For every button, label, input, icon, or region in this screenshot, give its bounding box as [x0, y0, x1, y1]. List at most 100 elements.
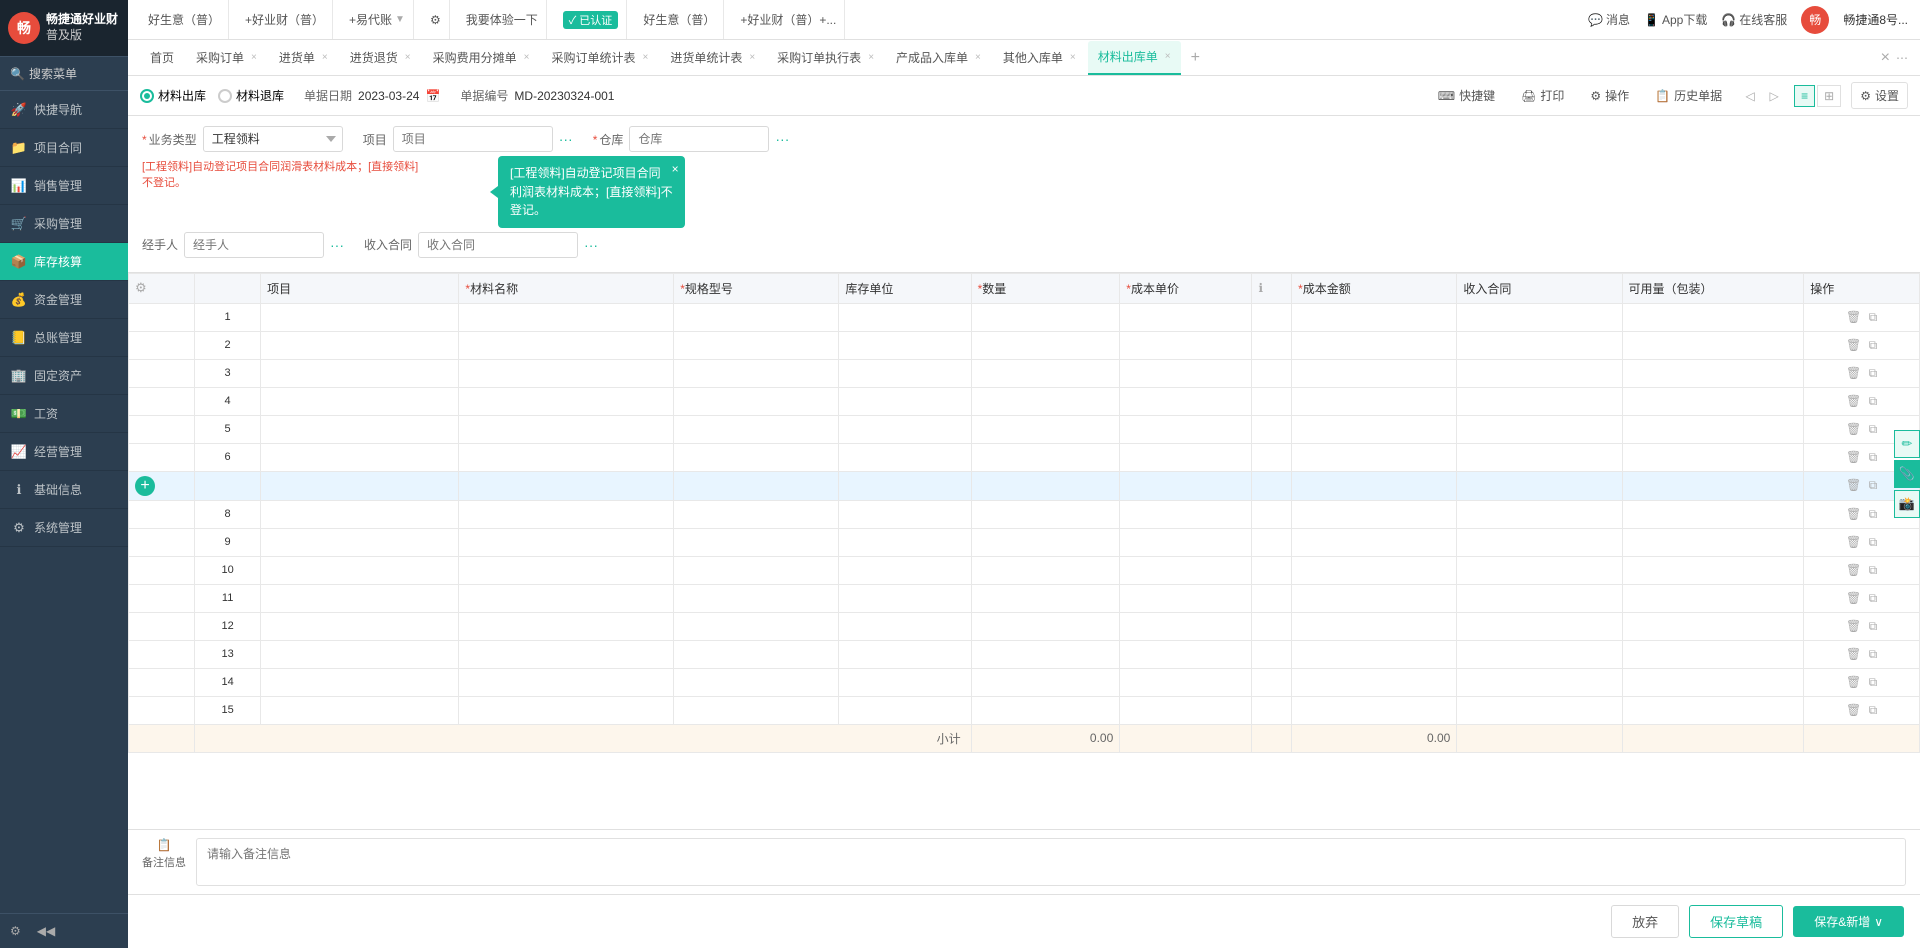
- sidebar-item-basic[interactable]: ℹ 基础信息: [0, 471, 128, 509]
- save-draft-button[interactable]: 保存草稿: [1689, 905, 1783, 938]
- search-menu[interactable]: 🔍 搜索菜单: [0, 57, 128, 91]
- add-row-btn[interactable]: +: [135, 476, 155, 496]
- delete-icon-5[interactable]: 🗑: [1846, 422, 1861, 436]
- sidebar-item-ledger[interactable]: 📒 总账管理: [0, 319, 128, 357]
- tooltip-close-btn[interactable]: ×: [672, 160, 679, 178]
- discard-button[interactable]: 放弃: [1611, 905, 1679, 938]
- copy-icon-8[interactable]: ⧉: [1869, 507, 1878, 521]
- sidebar-item-system[interactable]: ⚙ 系统管理: [0, 509, 128, 547]
- income-contract-dots[interactable]: ···: [584, 237, 598, 253]
- grid-view-btn[interactable]: ⊞: [1817, 85, 1841, 107]
- delete-icon-4[interactable]: 🗑: [1846, 394, 1861, 408]
- right-tool-screen[interactable]: 📸: [1894, 490, 1920, 518]
- tab-goods-receipt-close[interactable]: ×: [322, 52, 328, 63]
- tab-purchase-order[interactable]: 采购订单 ×: [186, 41, 267, 75]
- tab-purchase-stat[interactable]: 采购订单统计表 ×: [541, 41, 658, 75]
- delete-icon-1[interactable]: 🗑: [1846, 310, 1861, 324]
- copy-icon-13[interactable]: ⧉: [1869, 647, 1878, 661]
- tab-expense-alloc[interactable]: 采购费用分摊单 ×: [423, 41, 540, 75]
- tab-other-inbound-close[interactable]: ×: [1070, 52, 1076, 63]
- biz-type-select[interactable]: 工程领料 直接领料: [203, 126, 343, 152]
- message-btn[interactable]: 💬 消息: [1588, 11, 1630, 28]
- warehouse-input[interactable]: [629, 126, 769, 152]
- copy-icon-5[interactable]: ⧉: [1869, 422, 1878, 436]
- delete-icon-8[interactable]: 🗑: [1846, 507, 1861, 521]
- col-settings-icon[interactable]: ⚙: [135, 280, 147, 295]
- delete-icon-15[interactable]: 🗑: [1846, 703, 1861, 717]
- project-input[interactable]: [393, 126, 553, 152]
- delete-icon-12[interactable]: 🗑: [1846, 619, 1861, 633]
- copy-icon-11[interactable]: ⧉: [1869, 591, 1878, 605]
- cell-income-1[interactable]: [1457, 303, 1622, 331]
- tab-finished-goods[interactable]: 产成品入库单 ×: [886, 41, 991, 75]
- avatar[interactable]: 畅: [1801, 6, 1829, 34]
- cell-project-1[interactable]: [261, 303, 459, 331]
- radio-material-out[interactable]: 材料出库: [140, 87, 206, 104]
- tab-home[interactable]: 首页: [140, 41, 184, 75]
- tab-material-outbound-close[interactable]: ×: [1165, 51, 1171, 62]
- cell-spec-1[interactable]: [674, 303, 839, 331]
- sidebar-item-purchase[interactable]: 🛒 采购管理: [0, 205, 128, 243]
- tab-goods-return-close[interactable]: ×: [405, 52, 411, 63]
- tab-purchase-stat-close[interactable]: ×: [642, 52, 648, 63]
- copy-icon-1[interactable]: ⧉: [1869, 310, 1878, 324]
- handler-input[interactable]: [184, 232, 324, 258]
- shortcut-btn[interactable]: ⌨ 快捷键: [1430, 83, 1503, 108]
- sidebar-item-finance[interactable]: 💰 资金管理: [0, 281, 128, 319]
- tab-finished-goods-close[interactable]: ×: [975, 52, 981, 63]
- remark-input[interactable]: [196, 838, 1906, 886]
- delete-icon-6[interactable]: 🗑: [1846, 450, 1861, 464]
- topbar-nav-haoshengyi2[interactable]: 好生意（普）: [635, 0, 724, 39]
- delete-icon-13[interactable]: 🗑: [1846, 647, 1861, 661]
- online-support-btn[interactable]: 🎧 在线客服: [1721, 11, 1787, 28]
- sidebar-item-project[interactable]: 📁 项目合同: [0, 129, 128, 167]
- copy-icon-10[interactable]: ⧉: [1869, 563, 1878, 577]
- collapse-icon[interactable]: ◀◀: [37, 924, 55, 938]
- copy-icon-14[interactable]: ⧉: [1869, 675, 1878, 689]
- right-tool-attach[interactable]: 📎: [1894, 460, 1920, 488]
- topbar-nav-settings[interactable]: ⚙: [422, 0, 450, 39]
- tab-material-outbound[interactable]: 材料出库单 ×: [1088, 41, 1181, 75]
- income-contract-input[interactable]: [418, 232, 578, 258]
- topbar-certified-badge[interactable]: ✓ 已认证: [555, 0, 628, 39]
- tab-purchase-order-close[interactable]: ×: [251, 52, 257, 63]
- next-page-btn[interactable]: ▷: [1764, 86, 1784, 106]
- tab-add-btn[interactable]: +: [1183, 49, 1208, 67]
- tab-goods-receipt[interactable]: 进货单 ×: [269, 41, 338, 75]
- topbar-nav-yidaizhang[interactable]: +易代账 ▼: [341, 0, 414, 39]
- radio-material-return[interactable]: 材料退库: [218, 87, 284, 104]
- project-dots[interactable]: ···: [559, 131, 573, 147]
- delete-icon-11[interactable]: 🗑: [1846, 591, 1861, 605]
- tab-expense-alloc-close[interactable]: ×: [524, 52, 530, 63]
- delete-icon-7[interactable]: 🗑: [1846, 478, 1861, 492]
- copy-icon-9[interactable]: ⧉: [1869, 535, 1878, 549]
- print-btn[interactable]: 🖨 打印: [1513, 83, 1572, 108]
- tab-goods-return[interactable]: 进货退货 ×: [340, 41, 421, 75]
- cell-cost-amt-1[interactable]: [1292, 303, 1457, 331]
- close-tab-icon[interactable]: ×: [1881, 49, 1890, 67]
- sidebar-item-shortcut[interactable]: 🚀 快捷导航: [0, 91, 128, 129]
- copy-icon-15[interactable]: ⧉: [1869, 703, 1878, 717]
- tab-purchase-exec-close[interactable]: ×: [868, 52, 874, 63]
- settings-icon[interactable]: ⚙: [10, 924, 21, 938]
- cell-cost-1[interactable]: [1120, 303, 1252, 331]
- tab-goods-stat-close[interactable]: ×: [749, 52, 755, 63]
- copy-icon-12[interactable]: ⧉: [1869, 619, 1878, 633]
- sidebar-item-assets[interactable]: 🏢 固定资产: [0, 357, 128, 395]
- topbar-nav-more[interactable]: +好业财（普）+...: [732, 0, 845, 39]
- copy-icon-2[interactable]: ⧉: [1869, 338, 1878, 352]
- copy-icon-3[interactable]: ⧉: [1869, 366, 1878, 380]
- copy-icon-6[interactable]: ⧉: [1869, 450, 1878, 464]
- tab-other-inbound[interactable]: 其他入库单 ×: [993, 41, 1086, 75]
- delete-icon-14[interactable]: 🗑: [1846, 675, 1861, 689]
- active-material-input[interactable]: [465, 479, 667, 493]
- topbar-nav-haoshengyi[interactable]: 好生意（普）: [140, 0, 229, 39]
- tab-goods-stat[interactable]: 进货单统计表 ×: [660, 41, 765, 75]
- history-btn[interactable]: 📋 历史单据: [1647, 83, 1730, 108]
- sidebar-item-inventory[interactable]: 📦 库存核算: [0, 243, 128, 281]
- delete-icon-2[interactable]: 🗑: [1846, 338, 1861, 352]
- settings-btn[interactable]: ⚙ 设置: [1851, 82, 1908, 109]
- save-new-button[interactable]: 保存&新增 ∨: [1793, 906, 1904, 937]
- copy-icon-4[interactable]: ⧉: [1869, 394, 1878, 408]
- handler-dots[interactable]: ···: [330, 237, 344, 253]
